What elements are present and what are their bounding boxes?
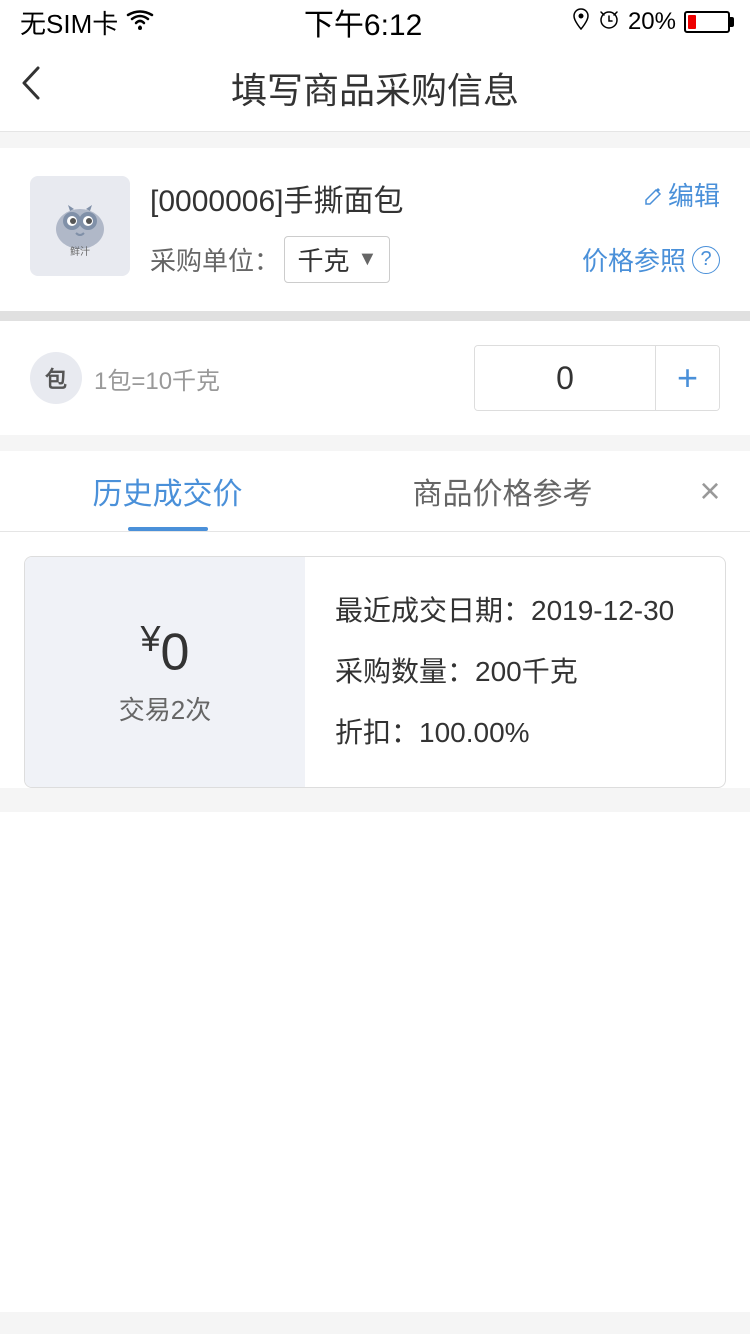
- quantity-row: 包 1包=10千克 0 +: [0, 321, 750, 435]
- location-icon: [572, 8, 590, 37]
- back-button[interactable]: [20, 64, 42, 111]
- price-ref-button[interactable]: 价格参照 ?: [582, 241, 720, 278]
- svg-text:鲜汁: 鲜汁: [70, 245, 90, 258]
- help-icon: ?: [692, 246, 720, 274]
- unit-info: 包 1包=10千克: [30, 352, 220, 404]
- unit-convert-label: 1包=10千克: [94, 361, 220, 396]
- price-value: ¥0: [141, 618, 190, 682]
- status-bar: 无SIM卡 下午6:12 20%: [0, 0, 750, 44]
- nav-bar: 填写商品采购信息: [0, 44, 750, 132]
- trade-count: 交易2次: [119, 690, 211, 727]
- quantity-plus-button[interactable]: +: [655, 346, 719, 410]
- bottom-content: [0, 812, 750, 1312]
- page-title: 填写商品采购信息: [231, 62, 519, 114]
- status-time: 下午6:12: [304, 0, 422, 44]
- quantity-input[interactable]: 0: [475, 346, 655, 410]
- carrier-text: 无SIM卡: [20, 4, 118, 41]
- tabs-section: 历史成交价 商品价格参考 × ¥0 交易2次 最近成交日期：2019-12-30…: [0, 451, 750, 788]
- discount: 折扣：100.00%: [335, 711, 695, 756]
- edit-button[interactable]: 编辑: [642, 176, 720, 213]
- product-info: [0000006]手撕面包 编辑 采购单位： 千克 ▼ 价格参照: [150, 176, 720, 283]
- quantity-input-group: 0 +: [474, 345, 720, 411]
- purchase-quantity: 采购数量：200千克: [335, 650, 695, 695]
- product-thumbnail: 鲜汁: [30, 176, 130, 276]
- price-summary: ¥0 交易2次: [25, 557, 305, 787]
- tab-price-reference[interactable]: 商品价格参考: [335, 451, 670, 531]
- product-header: [0000006]手撕面包 编辑: [150, 176, 720, 220]
- status-carrier: 无SIM卡: [20, 4, 154, 41]
- tabs-bar: 历史成交价 商品价格参考 ×: [0, 451, 750, 532]
- wifi-icon: [126, 7, 154, 38]
- product-card: 鲜汁 [0000006]手撕面包 编辑 采购单位： 千克 ▼: [0, 148, 750, 311]
- battery-percent: 20%: [628, 8, 676, 36]
- tab-history-price[interactable]: 历史成交价: [0, 451, 335, 531]
- unit-select[interactable]: 千克 ▼: [284, 236, 390, 283]
- history-price-card: ¥0 交易2次 最近成交日期：2019-12-30 采购数量：200千克 折扣：…: [24, 556, 726, 788]
- status-right: 20%: [572, 8, 730, 37]
- alarm-icon: [598, 8, 620, 37]
- price-details: 最近成交日期：2019-12-30 采购数量：200千克 折扣：100.00%: [305, 557, 725, 787]
- chevron-down-icon: ▼: [357, 248, 377, 271]
- product-unit-row: 采购单位： 千克 ▼ 价格参照 ?: [150, 236, 720, 283]
- battery-indicator: [684, 11, 730, 33]
- product-name: [0000006]手撕面包: [150, 176, 403, 220]
- recent-date: 最近成交日期：2019-12-30: [335, 589, 695, 634]
- tab-close-button[interactable]: ×: [670, 451, 750, 531]
- unit-label-group: 采购单位： 千克 ▼: [150, 236, 390, 283]
- section-divider: [0, 311, 750, 321]
- unit-badge: 包: [30, 352, 82, 404]
